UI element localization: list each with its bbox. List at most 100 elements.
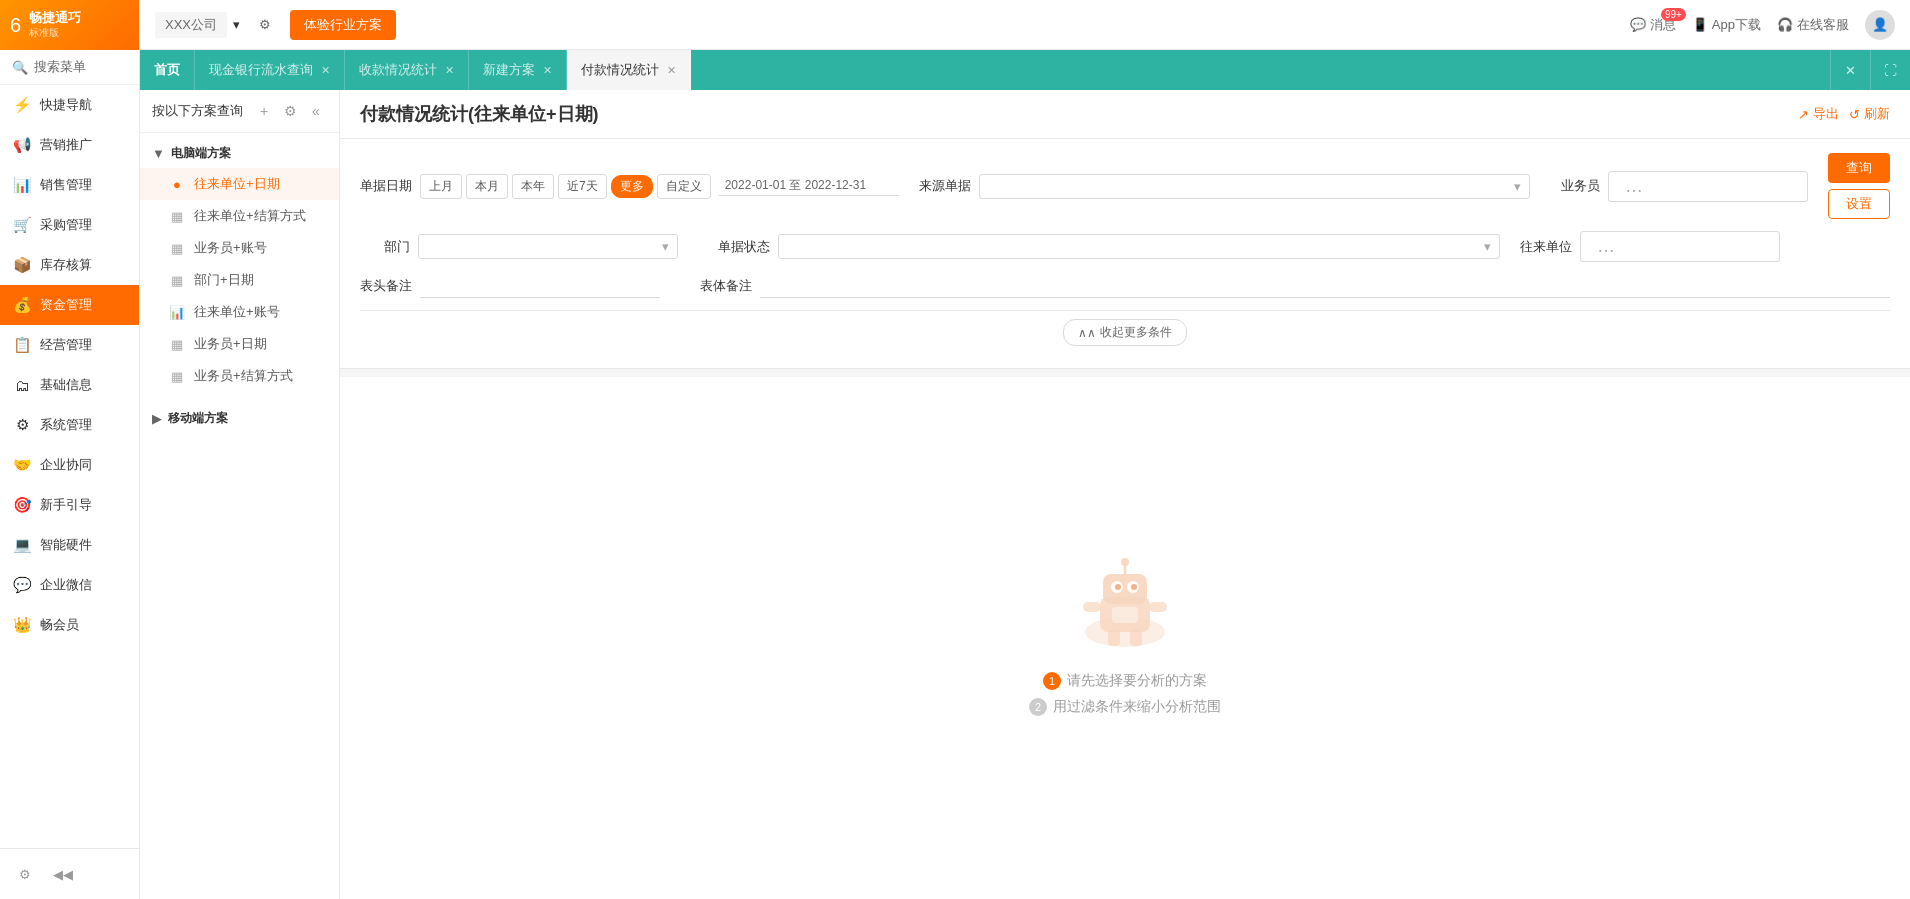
tree-item-staff-account[interactable]: ▦ 业务员+账号 bbox=[140, 232, 339, 264]
export-btn[interactable]: ↗ 导出 bbox=[1798, 105, 1839, 123]
source-voucher-filter: 来源单据 ▾ bbox=[919, 174, 1530, 199]
this-month-btn[interactable]: 本月 bbox=[466, 174, 508, 199]
tab-close-payment-stats[interactable]: ✕ bbox=[667, 64, 676, 77]
app-download-btn[interactable]: 📱 App下载 bbox=[1692, 16, 1761, 34]
sidebar-footer: ⚙ ◀◀ bbox=[0, 848, 139, 899]
empty-tip-2: 2 用过滤条件来缩小分析范围 bbox=[1029, 698, 1221, 716]
search-menu-item[interactable]: 🔍 搜索菜单 bbox=[0, 50, 139, 85]
query-btn[interactable]: 查询 bbox=[1828, 153, 1890, 183]
refresh-label: 刷新 bbox=[1864, 105, 1890, 123]
voucher-status-select[interactable]: ▾ bbox=[778, 234, 1500, 259]
nav-icon-corp-wechat: 💬 bbox=[12, 575, 32, 595]
tree-item-staff-date[interactable]: ▦业务员+日期 bbox=[140, 328, 339, 360]
tree-section-label-desktop: 电脑端方案 bbox=[171, 145, 231, 162]
source-voucher-select[interactable]: ▾ bbox=[979, 174, 1530, 199]
company-dropdown-icon: ▾ bbox=[233, 17, 240, 32]
sidebar-item-guide[interactable]: 🎯 新手引导 bbox=[0, 485, 139, 525]
search-menu-label: 搜索菜单 bbox=[34, 58, 86, 76]
partner-more-icon[interactable]: … bbox=[1597, 236, 1615, 257]
custom-date-btn[interactable]: 自定义 bbox=[657, 174, 711, 199]
right-content: 付款情况统计(往来单位+日期) ↗ 导出 ↺ 刷新 bbox=[340, 90, 1910, 899]
table-header-note-input[interactable] bbox=[420, 274, 660, 298]
sidebar-collapse-btn[interactable]: ◀◀ bbox=[48, 859, 78, 889]
last7-btn[interactable]: 近7天 bbox=[558, 174, 607, 199]
sidebar-settings-btn[interactable]: ⚙ bbox=[10, 859, 40, 889]
sidebar-item-vip[interactable]: 👑 畅会员 bbox=[0, 605, 139, 645]
tab-home[interactable]: 首页 bbox=[140, 50, 195, 90]
sidebar-item-sales[interactable]: 📊 销售管理 bbox=[0, 165, 139, 205]
sidebar-item-quick-nav[interactable]: ⚡ 快捷导航 bbox=[0, 85, 139, 125]
company-selector[interactable]: XXX公司 ▾ bbox=[155, 12, 240, 38]
tab-bar-actions: ✕ ⛶ bbox=[1830, 50, 1910, 90]
nav-label-operation: 经营管理 bbox=[40, 336, 92, 354]
collapse-panel-btn[interactable]: « bbox=[305, 100, 327, 122]
table-header-note-filter: 表头备注 bbox=[360, 274, 660, 298]
dept-select[interactable]: ▾ bbox=[418, 234, 678, 259]
tree-section-header-mobile[interactable]: ▶移动端方案 bbox=[140, 404, 339, 433]
tab-close-cash-flow[interactable]: ✕ bbox=[321, 64, 330, 77]
sidebar-item-system[interactable]: ⚙ 系统管理 bbox=[0, 405, 139, 445]
svg-point-8 bbox=[1121, 558, 1129, 566]
tree-item-partner-settle[interactable]: ▦往来单位+结算方式 bbox=[140, 200, 339, 232]
tab-receipt-stats[interactable]: 收款情况统计✕ bbox=[345, 50, 469, 90]
message-btn[interactable]: 💬 消息 99+ bbox=[1630, 16, 1676, 34]
tab-new-plan[interactable]: 新建方案✕ bbox=[469, 50, 567, 90]
tab-close-new-plan[interactable]: ✕ bbox=[543, 64, 552, 77]
avatar-text: 👤 bbox=[1872, 17, 1888, 32]
sidebar-item-corp-collab[interactable]: 🤝 企业协同 bbox=[0, 445, 139, 485]
svg-rect-11 bbox=[1108, 630, 1120, 646]
last-month-btn[interactable]: 上月 bbox=[420, 174, 462, 199]
dept-label: 部门 bbox=[360, 238, 410, 256]
staff-select[interactable]: … bbox=[1608, 171, 1808, 202]
tab-payment-stats[interactable]: 付款情况统计✕ bbox=[567, 50, 691, 90]
this-year-btn[interactable]: 本年 bbox=[512, 174, 554, 199]
svg-rect-12 bbox=[1130, 630, 1142, 646]
sidebar-item-basic-info[interactable]: 🗂 基础信息 bbox=[0, 365, 139, 405]
sidebar: 6 畅捷通巧 标准版 🔍 搜索菜单 ⚡ 快捷导航 📢 营销推广 📊 销售管理 🛒… bbox=[0, 0, 140, 899]
sidebar-item-purchase[interactable]: 🛒 采购管理 bbox=[0, 205, 139, 245]
date-range-input[interactable] bbox=[719, 177, 899, 196]
refresh-btn[interactable]: ↺ 刷新 bbox=[1849, 105, 1890, 123]
sidebar-item-corp-wechat[interactable]: 💬 企业微信 bbox=[0, 565, 139, 605]
tree-item-icon-staff-account: ▦ bbox=[168, 239, 186, 257]
sidebar-item-inventory[interactable]: 📦 库存核算 bbox=[0, 245, 139, 285]
sidebar-item-marketing[interactable]: 📢 营销推广 bbox=[0, 125, 139, 165]
tree-section-header-desktop[interactable]: ▼电脑端方案 bbox=[140, 139, 339, 168]
sidebar-item-smart-hw[interactable]: 💻 智能硬件 bbox=[0, 525, 139, 565]
left-panel-header: 按以下方案查询 + ⚙ « bbox=[140, 90, 339, 133]
close-all-tabs-btn[interactable]: ✕ bbox=[1830, 50, 1870, 90]
tab-cash-flow[interactable]: 现金银行流水查询✕ bbox=[195, 50, 345, 90]
sidebar-brand-group: 畅捷通巧 标准版 bbox=[29, 10, 81, 40]
staff-filter: 业务员 … bbox=[1550, 171, 1808, 202]
tree-item-label-staff-account: 业务员+账号 bbox=[194, 239, 267, 257]
query-actions: 查询 设置 bbox=[1828, 153, 1890, 219]
online-service-btn[interactable]: 🎧 在线客服 bbox=[1777, 16, 1849, 34]
left-panel: 按以下方案查询 + ⚙ « ▼电脑端方案●往来单位+日期▦往来单位+结算方式▦业… bbox=[140, 90, 340, 899]
partner-select[interactable]: … bbox=[1580, 231, 1780, 262]
app-icon: 📱 bbox=[1692, 17, 1708, 32]
collapse-more-conditions-btn[interactable]: ∧∧ 收起更多条件 bbox=[1063, 319, 1187, 346]
sidebar-item-finance[interactable]: 💰 资金管理 bbox=[0, 285, 139, 325]
more-date-btn[interactable]: 更多 bbox=[611, 175, 653, 198]
table-body-note-input[interactable] bbox=[760, 274, 1890, 298]
tree-item-partner-date[interactable]: ●往来单位+日期 bbox=[140, 168, 339, 200]
filter-settings-btn[interactable]: 设置 bbox=[1828, 189, 1890, 219]
tab-close-receipt-stats[interactable]: ✕ bbox=[445, 64, 454, 77]
tree-item-dept-date[interactable]: ▦部门+日期 bbox=[140, 264, 339, 296]
tree-item-partner-account[interactable]: 📊往来单位+账号 bbox=[140, 296, 339, 328]
staff-more-icon[interactable]: … bbox=[1625, 176, 1643, 197]
expand-tab-btn[interactable]: ⛶ bbox=[1870, 50, 1910, 90]
sidebar-item-operation[interactable]: 📋 经营管理 bbox=[0, 325, 139, 365]
top-settings-btn[interactable]: ⚙ bbox=[250, 10, 280, 40]
trial-industry-btn[interactable]: 体验行业方案 bbox=[290, 10, 396, 40]
add-scheme-btn[interactable]: + bbox=[253, 100, 275, 122]
refresh-icon: ↺ bbox=[1849, 107, 1860, 122]
nav-label-corp-collab: 企业协同 bbox=[40, 456, 92, 474]
export-label: 导出 bbox=[1813, 105, 1839, 123]
page-header: 付款情况统计(往来单位+日期) ↗ 导出 ↺ 刷新 bbox=[340, 90, 1910, 139]
user-avatar[interactable]: 👤 bbox=[1865, 10, 1895, 40]
nav-label-purchase: 采购管理 bbox=[40, 216, 92, 234]
scheme-settings-btn[interactable]: ⚙ bbox=[279, 100, 301, 122]
tree-item-staff-settle[interactable]: ▦业务员+结算方式 bbox=[140, 360, 339, 392]
search-icon: 🔍 bbox=[12, 60, 28, 75]
